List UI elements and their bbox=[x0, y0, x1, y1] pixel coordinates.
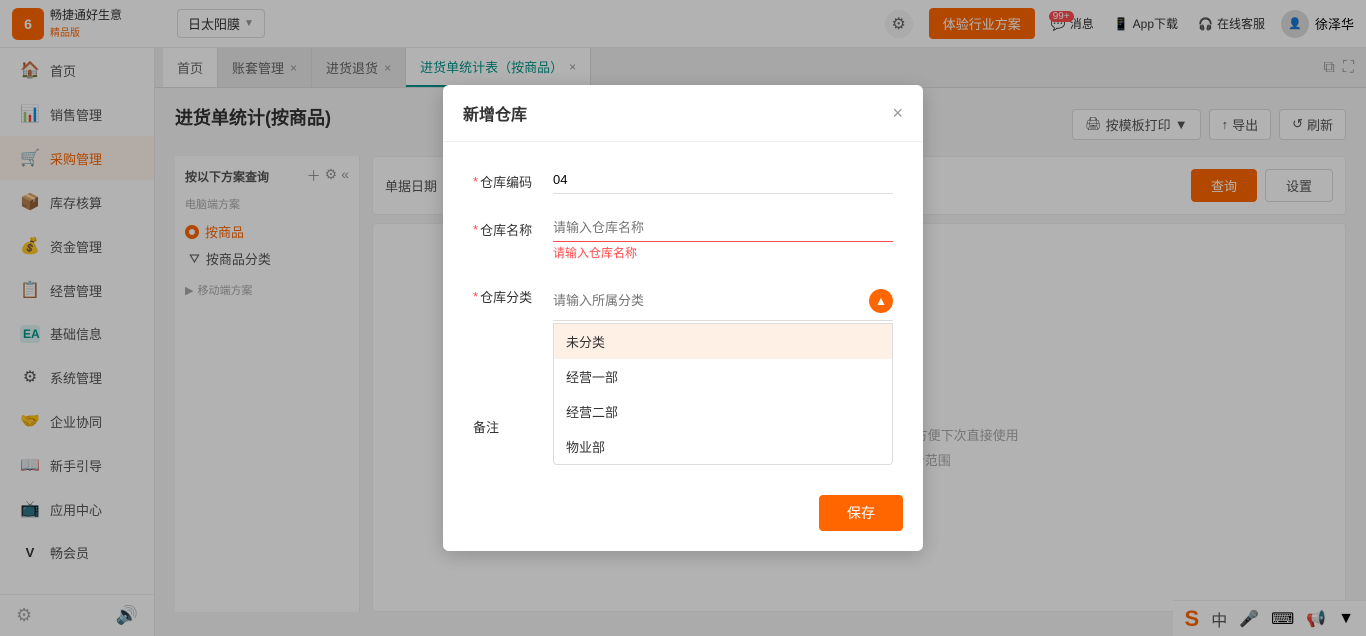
name-label: * 仓库名称 bbox=[473, 214, 553, 239]
required-mark-name: * bbox=[473, 222, 478, 237]
form-row-code: * 仓库编码 bbox=[473, 166, 893, 194]
save-button[interactable]: 保存 bbox=[819, 495, 903, 531]
modal-title: 新增仓库 bbox=[463, 101, 527, 125]
required-mark-cat: * bbox=[473, 289, 478, 304]
notes-label: 备注 bbox=[473, 411, 553, 436]
modal-close-button[interactable]: × bbox=[892, 103, 903, 124]
code-label: * 仓库编码 bbox=[473, 166, 553, 191]
dropdown-item-dept3[interactable]: 物业部 bbox=[554, 429, 892, 464]
category-text-input[interactable] bbox=[553, 287, 863, 314]
modal-footer: 保存 bbox=[443, 483, 923, 551]
dropdown-item-dept2[interactable]: 经营二部 bbox=[554, 394, 892, 429]
name-input[interactable] bbox=[553, 214, 893, 242]
category-input[interactable]: ▲ bbox=[553, 281, 893, 321]
category-arrow-icon[interactable]: ▲ bbox=[869, 289, 893, 313]
category-field: ▲ 未分类 经营一部 经营二部 物业部 bbox=[553, 281, 893, 321]
dropdown-item-dept1[interactable]: 经营一部 bbox=[554, 359, 892, 394]
modal-body: * 仓库编码 * 仓库名称 请输入仓库名称 bbox=[443, 142, 923, 483]
modal-overlay[interactable]: 新增仓库 × * 仓库编码 * 仓库名称 bbox=[0, 0, 1366, 636]
modal-new-warehouse: 新增仓库 × * 仓库编码 * 仓库名称 bbox=[443, 85, 923, 551]
dropdown-item-unclassified[interactable]: 未分类 bbox=[554, 324, 892, 359]
required-mark: * bbox=[473, 174, 478, 189]
form-row-category: * 仓库分类 ▲ 未分类 经营一部 经营二部 物业部 bbox=[473, 281, 893, 321]
code-field bbox=[553, 166, 893, 194]
category-dropdown: 未分类 经营一部 经营二部 物业部 bbox=[553, 323, 893, 465]
category-label: * 仓库分类 bbox=[473, 281, 553, 306]
code-input[interactable] bbox=[553, 166, 893, 194]
modal-header: 新增仓库 × bbox=[443, 85, 923, 142]
name-error-tip: 请输入仓库名称 bbox=[553, 244, 893, 261]
form-row-name: * 仓库名称 请输入仓库名称 bbox=[473, 214, 893, 261]
name-field: 请输入仓库名称 bbox=[553, 214, 893, 261]
